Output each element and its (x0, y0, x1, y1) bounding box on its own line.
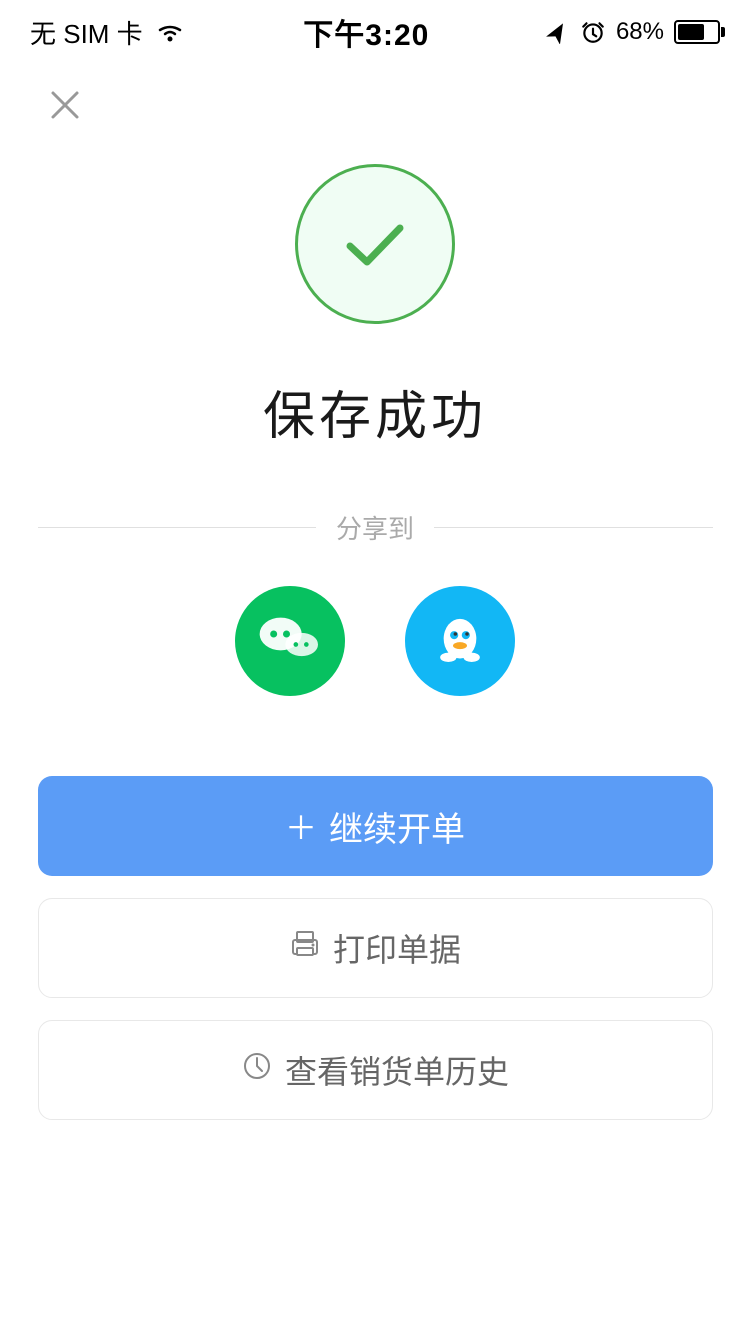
qq-share-button[interactable] (405, 586, 515, 696)
alarm-icon (580, 19, 606, 45)
carrier-text: 无 SIM 卡 (30, 14, 143, 51)
wifi-icon (153, 20, 187, 44)
main-content: 保存成功 分享到 (0, 64, 750, 1120)
checkmark-icon (335, 204, 415, 284)
divider-right (434, 527, 713, 528)
print-button[interactable]: 打印单据 (38, 898, 713, 998)
print-icon (289, 928, 321, 968)
status-left: 无 SIM 卡 (30, 14, 187, 51)
close-button[interactable] (40, 80, 90, 130)
continue-label: 继续开单 (329, 802, 465, 851)
plus-icon: ＋ (285, 803, 317, 849)
share-label: 分享到 (336, 509, 414, 546)
location-icon (546, 20, 570, 44)
battery-percent: 68% (616, 18, 664, 46)
success-title: 保存成功 (263, 374, 487, 449)
share-section: 分享到 (0, 509, 750, 696)
history-icon (241, 1050, 273, 1090)
action-buttons: ＋ 继续开单 打印单据 查看销货单历史 (38, 776, 713, 1120)
qq-icon (425, 606, 495, 676)
history-label: 查看销货单历史 (285, 1047, 509, 1093)
print-label: 打印单据 (333, 925, 461, 971)
success-circle (295, 164, 455, 324)
status-bar: 无 SIM 卡 下午3:20 68% (0, 0, 750, 64)
status-time: 下午3:20 (303, 10, 429, 54)
continue-button[interactable]: ＋ 继续开单 (38, 776, 713, 876)
divider-row: 分享到 (38, 509, 713, 546)
divider-left (38, 527, 317, 528)
battery-icon (674, 20, 720, 44)
wechat-icon (255, 606, 325, 676)
history-button[interactable]: 查看销货单历史 (38, 1020, 713, 1120)
wechat-share-button[interactable] (235, 586, 345, 696)
share-icons (235, 586, 515, 696)
status-right: 68% (546, 18, 720, 46)
